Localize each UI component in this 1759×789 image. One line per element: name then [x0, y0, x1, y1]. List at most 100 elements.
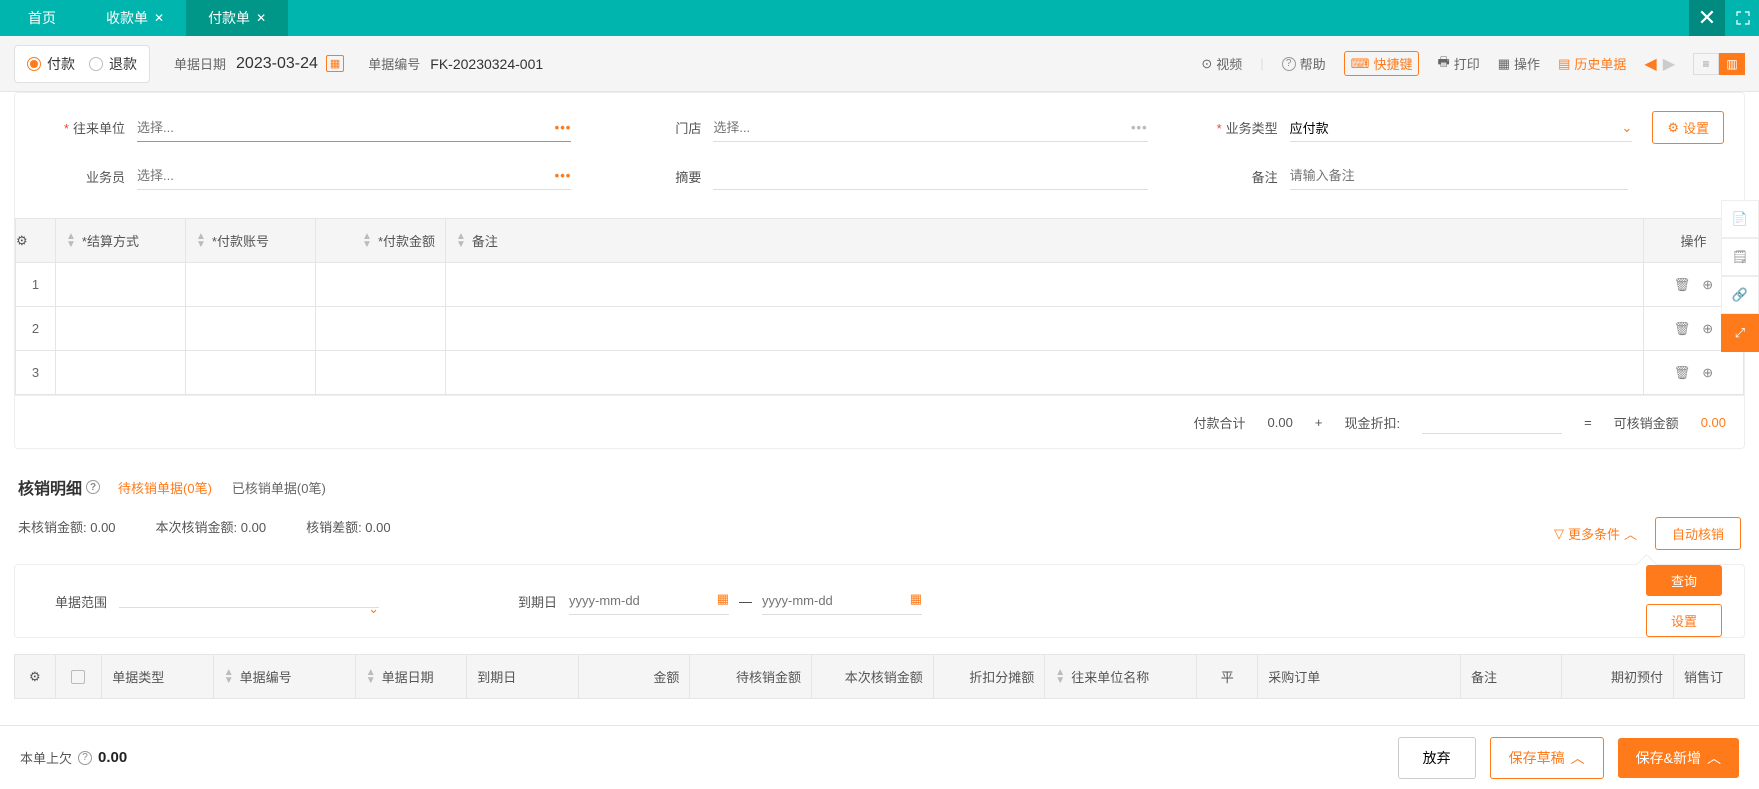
- col-payment-amount[interactable]: ▲▼*付款金额: [316, 219, 446, 263]
- remark-input[interactable]: [1290, 168, 1628, 183]
- doc-date-value[interactable]: 2023-03-24: [236, 55, 318, 73]
- cell-account[interactable]: [186, 307, 316, 351]
- dock-expand-icon[interactable]: ⤢: [1721, 314, 1759, 352]
- more-dots-icon[interactable]: •••: [555, 168, 572, 183]
- help-link[interactable]: ?帮助: [1282, 54, 1326, 73]
- col-payment-account[interactable]: ▲▼*付款账号: [186, 219, 316, 263]
- settings-button[interactable]: ⚙ 设置: [1652, 111, 1724, 144]
- salesman-input[interactable]: [137, 168, 571, 183]
- due-date-to-input[interactable]: [762, 593, 922, 608]
- doc-range-select[interactable]: ⌄: [119, 595, 379, 608]
- biztype-label: *业务类型: [1188, 118, 1278, 137]
- summary-input[interactable]: [713, 168, 1147, 183]
- print-button[interactable]: 🖶打印: [1437, 53, 1479, 75]
- cell-remark[interactable]: [446, 263, 1644, 307]
- date-dash: —: [739, 594, 752, 609]
- cell-account[interactable]: [186, 351, 316, 395]
- dock-note-icon[interactable]: 🗒: [1721, 238, 1759, 276]
- save-new-button[interactable]: 保存&新增 ︿: [1618, 738, 1739, 778]
- tab-receipt[interactable]: 收款单 ✕: [84, 0, 186, 36]
- column-settings-header[interactable]: [15, 655, 56, 699]
- view-detail-button[interactable]: ▥: [1719, 53, 1745, 75]
- col-doc-type[interactable]: 单据类型: [102, 655, 214, 699]
- col-flat[interactable]: 平: [1197, 655, 1258, 699]
- dock-draft-icon[interactable]: 📄: [1721, 200, 1759, 238]
- col-partner-name[interactable]: ▲▼往来单位名称: [1045, 655, 1197, 699]
- col-remark2[interactable]: 备注: [1461, 655, 1562, 699]
- cell-remark[interactable]: [446, 307, 1644, 351]
- add-row-icon[interactable]: ⊕: [1702, 321, 1713, 337]
- grid-icon: ▦: [1498, 56, 1510, 72]
- col-amount[interactable]: 金额: [578, 655, 690, 699]
- auto-writeoff-button[interactable]: 自动核销: [1655, 517, 1741, 550]
- question-icon[interactable]: ?: [78, 751, 92, 765]
- summary-label: 摘要: [611, 167, 701, 186]
- calendar-icon[interactable]: ▦: [910, 591, 922, 607]
- table-row[interactable]: 3 🗑⊕: [16, 351, 1744, 395]
- col-sales-order[interactable]: 销售订: [1674, 655, 1745, 699]
- column-settings-header[interactable]: [16, 219, 56, 263]
- footer-bar: 本单上欠 ? 0.00 放弃 保存草稿 ︿ 保存&新增 ︿: [0, 725, 1759, 789]
- more-dots-icon[interactable]: •••: [1131, 120, 1148, 135]
- cell-amount[interactable]: [316, 263, 446, 307]
- due-date-from-input[interactable]: [569, 593, 729, 608]
- question-icon[interactable]: ?: [86, 480, 100, 494]
- col-initial-prepay[interactable]: 期初预付: [1562, 655, 1674, 699]
- col-doc-no[interactable]: ▲▼单据编号: [213, 655, 355, 699]
- cell-settlement[interactable]: [56, 351, 186, 395]
- close-icon[interactable]: ✕: [256, 11, 266, 25]
- tab-payment[interactable]: 付款单 ✕: [186, 0, 288, 36]
- calendar-icon[interactable]: ▦: [326, 55, 344, 72]
- calendar-icon[interactable]: ▦: [717, 591, 729, 607]
- save-draft-button[interactable]: 保存草稿 ︿: [1490, 737, 1604, 779]
- more-dots-icon[interactable]: •••: [555, 120, 572, 135]
- cash-discount-input[interactable]: [1422, 410, 1562, 434]
- close-icon[interactable]: ✕: [154, 11, 164, 25]
- prev-doc-arrow-icon[interactable]: ◀: [1644, 54, 1656, 74]
- select-all-header[interactable]: [55, 655, 102, 699]
- table-row[interactable]: 1 🗑⊕: [16, 263, 1744, 307]
- col-this-writeoff[interactable]: 本次核销金额: [812, 655, 934, 699]
- close-all-button[interactable]: ✕: [1689, 0, 1725, 36]
- chevron-down-icon[interactable]: ⌄: [1621, 120, 1632, 136]
- cell-remark[interactable]: [446, 351, 1644, 395]
- table-row[interactable]: 2 🗑⊕: [16, 307, 1744, 351]
- dock-link-icon[interactable]: 🔗: [1721, 276, 1759, 314]
- delete-row-icon[interactable]: 🗑: [1674, 321, 1691, 337]
- shortcut-button[interactable]: ⌨快捷键: [1344, 51, 1420, 76]
- col-purchase-order[interactable]: 采购订单: [1258, 655, 1461, 699]
- cell-settlement[interactable]: [56, 263, 186, 307]
- delete-row-icon[interactable]: 🗑: [1674, 365, 1691, 381]
- partner-input[interactable]: [137, 120, 571, 135]
- more-conditions-toggle[interactable]: ▽ 更多条件 ︿: [1554, 524, 1637, 543]
- subtab-done[interactable]: 已核销单据(0笔): [232, 478, 326, 497]
- history-button[interactable]: ▤历史单据: [1558, 54, 1626, 73]
- radio-refund[interactable]: 退款: [89, 54, 137, 74]
- next-doc-arrow-icon[interactable]: ▶: [1663, 54, 1675, 74]
- col-remark[interactable]: ▲▼备注: [446, 219, 1644, 263]
- fullscreen-icon[interactable]: [1735, 10, 1751, 26]
- cell-account[interactable]: [186, 263, 316, 307]
- col-settlement-method[interactable]: ▲▼*结算方式: [56, 219, 186, 263]
- operate-menu[interactable]: ▦操作: [1498, 54, 1540, 73]
- radio-payment[interactable]: 付款: [27, 54, 75, 74]
- filter-settings-button[interactable]: 设置: [1646, 604, 1722, 637]
- cell-amount[interactable]: [316, 351, 446, 395]
- col-pending-amount[interactable]: 待核销金额: [690, 655, 812, 699]
- store-input[interactable]: [713, 120, 1147, 135]
- biztype-select[interactable]: [1290, 120, 1633, 135]
- delete-row-icon[interactable]: 🗑: [1674, 277, 1691, 293]
- add-row-icon[interactable]: ⊕: [1702, 365, 1713, 381]
- subtab-pending[interactable]: 待核销单据(0笔): [118, 478, 212, 497]
- video-link[interactable]: ⊙视频: [1201, 54, 1242, 73]
- add-row-icon[interactable]: ⊕: [1702, 277, 1713, 293]
- cell-settlement[interactable]: [56, 307, 186, 351]
- col-due-date[interactable]: 到期日: [467, 655, 579, 699]
- col-discount-alloc[interactable]: 折扣分摊额: [933, 655, 1045, 699]
- view-list-button[interactable]: ≡: [1693, 53, 1719, 75]
- query-button[interactable]: 查询: [1646, 565, 1722, 596]
- col-doc-date[interactable]: ▲▼单据日期: [355, 655, 467, 699]
- tab-home[interactable]: 首页: [0, 0, 84, 36]
- cell-amount[interactable]: [316, 307, 446, 351]
- abandon-button[interactable]: 放弃: [1398, 737, 1476, 779]
